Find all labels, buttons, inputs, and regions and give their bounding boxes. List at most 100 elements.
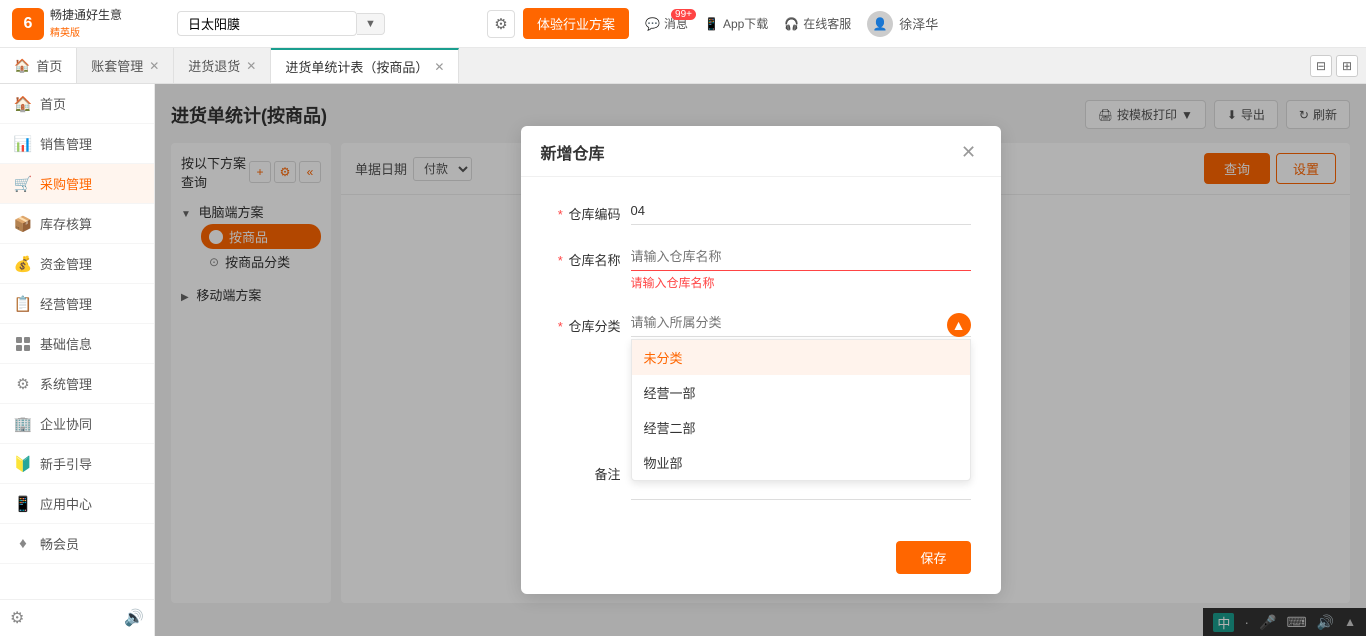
name-input[interactable] xyxy=(631,243,971,271)
enterprise-icon: 🏢 xyxy=(14,415,32,433)
classify-option-3[interactable]: 物业部 xyxy=(632,445,970,480)
purchase-icon: 🛒 xyxy=(14,175,32,193)
sales-icon: 📊 xyxy=(14,135,32,153)
sidebar-item-sales[interactable]: 📊 销售管理 xyxy=(0,124,154,164)
sidebar-home-label: 首页 xyxy=(40,94,66,113)
sidebar-item-vip[interactable]: ♦ 畅会员 xyxy=(0,524,154,564)
code-field xyxy=(631,197,971,225)
message-item[interactable]: 💬 消息 99+ xyxy=(645,15,688,32)
sidebar-vip-label: 畅会员 xyxy=(40,534,79,553)
sidebar-apps-label: 应用中心 xyxy=(40,494,92,513)
sidebar-basic-label: 基础信息 xyxy=(40,334,92,353)
search-input[interactable] xyxy=(177,11,357,36)
sidebar-item-system[interactable]: ⚙ 系统管理 xyxy=(0,364,154,404)
home-icon: 🏠 xyxy=(14,58,30,74)
tab-home[interactable]: 🏠 首页 xyxy=(0,48,77,83)
sidebar: 🏠 首页 📊 销售管理 🛒 采购管理 📦 库存核算 💰 资金管理 📋 经营管理 xyxy=(0,84,155,636)
name-label: * 仓库名称 xyxy=(551,243,631,269)
vip-icon: ♦ xyxy=(14,535,32,553)
app-edition: 精英版 xyxy=(50,24,122,39)
classify-label: * 仓库分类 xyxy=(551,309,631,335)
dialog-footer: 保存 xyxy=(521,531,1001,574)
message-icon: 💬 xyxy=(645,17,660,31)
sidebar-system-label: 系统管理 xyxy=(40,374,92,393)
tab-accounts-label: 账套管理 xyxy=(91,56,143,75)
tab-purchase-stats[interactable]: 进货单统计表（按商品） ✕ xyxy=(271,48,459,83)
classify-input-wrap: ▲ xyxy=(631,309,971,337)
tab-minimize-btn[interactable]: ⊟ xyxy=(1310,55,1332,77)
trial-button[interactable]: 体验行业方案 xyxy=(523,8,629,39)
phone-icon: 📱 xyxy=(704,17,719,31)
tab-bar: 🏠 首页 账套管理 ✕ 进货退货 ✕ 进货单统计表（按商品） ✕ ⊟ ⊞ xyxy=(0,48,1366,84)
classify-dropdown: 未分类 经营一部 经营二部 物业部 xyxy=(631,339,971,481)
tab-purchase-stats-label: 进货单统计表（按商品） xyxy=(285,57,428,76)
apps-icon: 📱 xyxy=(14,495,32,513)
sidebar-inventory-label: 库存核算 xyxy=(40,214,92,233)
search-dropdown-btn[interactable]: ▼ xyxy=(357,13,385,35)
sidebar-operation-label: 经营管理 xyxy=(40,294,92,313)
basic-icon xyxy=(14,335,32,353)
headset-icon: 🎧 xyxy=(784,17,799,31)
online-service-item[interactable]: 🎧 在线客服 xyxy=(784,15,851,32)
sidebar-item-apps[interactable]: 📱 应用中心 xyxy=(0,484,154,524)
sidebar-item-enterprise[interactable]: 🏢 企业协同 xyxy=(0,404,154,444)
inventory-icon: 📦 xyxy=(14,215,32,233)
sidebar-bottom: ⚙ 🔊 xyxy=(0,599,154,636)
msg-area: 💬 消息 99+ 📱 App下载 🎧 在线客服 xyxy=(645,15,851,32)
sidebar-item-home[interactable]: 🏠 首页 xyxy=(0,84,154,124)
sidebar-item-operation[interactable]: 📋 经营管理 xyxy=(0,284,154,324)
sidebar-item-inventory[interactable]: 📦 库存核算 xyxy=(0,204,154,244)
tab-purchase-return-label: 进货退货 xyxy=(188,56,240,75)
sidebar-purchase-label: 采购管理 xyxy=(40,174,92,193)
sidebar-speaker-icon[interactable]: 🔊 xyxy=(124,608,144,628)
dialog-title: 新增仓库 xyxy=(541,140,605,164)
remark-label: 备注 xyxy=(551,457,631,483)
guide-icon: 🔰 xyxy=(14,455,32,473)
settings-icon[interactable]: ⚙ xyxy=(487,10,515,38)
code-input[interactable] xyxy=(631,197,971,225)
sidebar-settings-icon[interactable]: ⚙ xyxy=(10,608,24,628)
classify-toggle-btn[interactable]: ▲ xyxy=(947,313,971,337)
main-layout: 🏠 首页 📊 销售管理 🛒 采购管理 📦 库存核算 💰 资金管理 📋 经营管理 xyxy=(0,84,1366,636)
app-logo-icon: 6 xyxy=(12,8,44,40)
classify-field: ▲ 未分类 经营一部 经营二部 物业部 xyxy=(631,309,971,337)
sidebar-enterprise-label: 企业协同 xyxy=(40,414,92,433)
tab-accounts[interactable]: 账套管理 ✕ xyxy=(77,48,174,83)
name-field: 请输入仓库名称 xyxy=(631,243,971,291)
app-name: 畅捷通好生意 xyxy=(50,8,122,24)
tab-accounts-close[interactable]: ✕ xyxy=(149,60,159,72)
tab-spacer xyxy=(459,48,1302,83)
code-label: * 仓库编码 xyxy=(551,197,631,223)
sidebar-guide-label: 新手引导 xyxy=(40,454,92,473)
classify-option-1[interactable]: 经营一部 xyxy=(632,375,970,410)
sidebar-item-guide[interactable]: 🔰 新手引导 xyxy=(0,444,154,484)
sidebar-item-finance[interactable]: 💰 资金管理 xyxy=(0,244,154,284)
user-area[interactable]: 👤 徐泽华 xyxy=(867,11,938,37)
message-badge: 99+ xyxy=(671,9,696,20)
avatar-icon: 👤 xyxy=(873,17,888,31)
name-error-msg: 请输入仓库名称 xyxy=(631,274,971,291)
tab-home-label: 首页 xyxy=(36,56,62,75)
content-area: 进货单统计(按商品) 🖨 按模板打印 ▼ ⬇ 导出 ↻ 刷新 xyxy=(155,84,1366,636)
classify-input[interactable] xyxy=(631,309,971,337)
sidebar-item-basic[interactable]: 基础信息 xyxy=(0,324,154,364)
dialog-header: 新增仓库 ✕ xyxy=(521,126,1001,177)
app-download-item[interactable]: 📱 App下载 xyxy=(704,15,768,32)
classify-option-0[interactable]: 未分类 xyxy=(632,340,970,375)
new-warehouse-dialog: 新增仓库 ✕ * 仓库编码 xyxy=(521,126,1001,594)
sidebar-item-purchase[interactable]: 🛒 采购管理 xyxy=(0,164,154,204)
sidebar-sales-label: 销售管理 xyxy=(40,134,92,153)
home-sidebar-icon: 🏠 xyxy=(14,95,32,113)
tab-purchase-return-close[interactable]: ✕ xyxy=(246,60,256,72)
form-row-classify: * 仓库分类 ▲ 未分类 经营一部 经 xyxy=(551,309,971,337)
save-button[interactable]: 保存 xyxy=(896,541,970,574)
dialog-close-btn[interactable]: ✕ xyxy=(957,140,981,164)
dialog-body: * 仓库编码 * 仓库名称 xyxy=(521,177,1001,531)
classify-option-2[interactable]: 经营二部 xyxy=(632,410,970,445)
tab-maximize-btn[interactable]: ⊞ xyxy=(1336,55,1358,77)
operation-icon: 📋 xyxy=(14,295,32,313)
form-row-name: * 仓库名称 请输入仓库名称 xyxy=(551,243,971,291)
username-label: 徐泽华 xyxy=(899,14,938,33)
tab-purchase-return[interactable]: 进货退货 ✕ xyxy=(174,48,271,83)
tab-purchase-stats-close[interactable]: ✕ xyxy=(434,61,444,73)
